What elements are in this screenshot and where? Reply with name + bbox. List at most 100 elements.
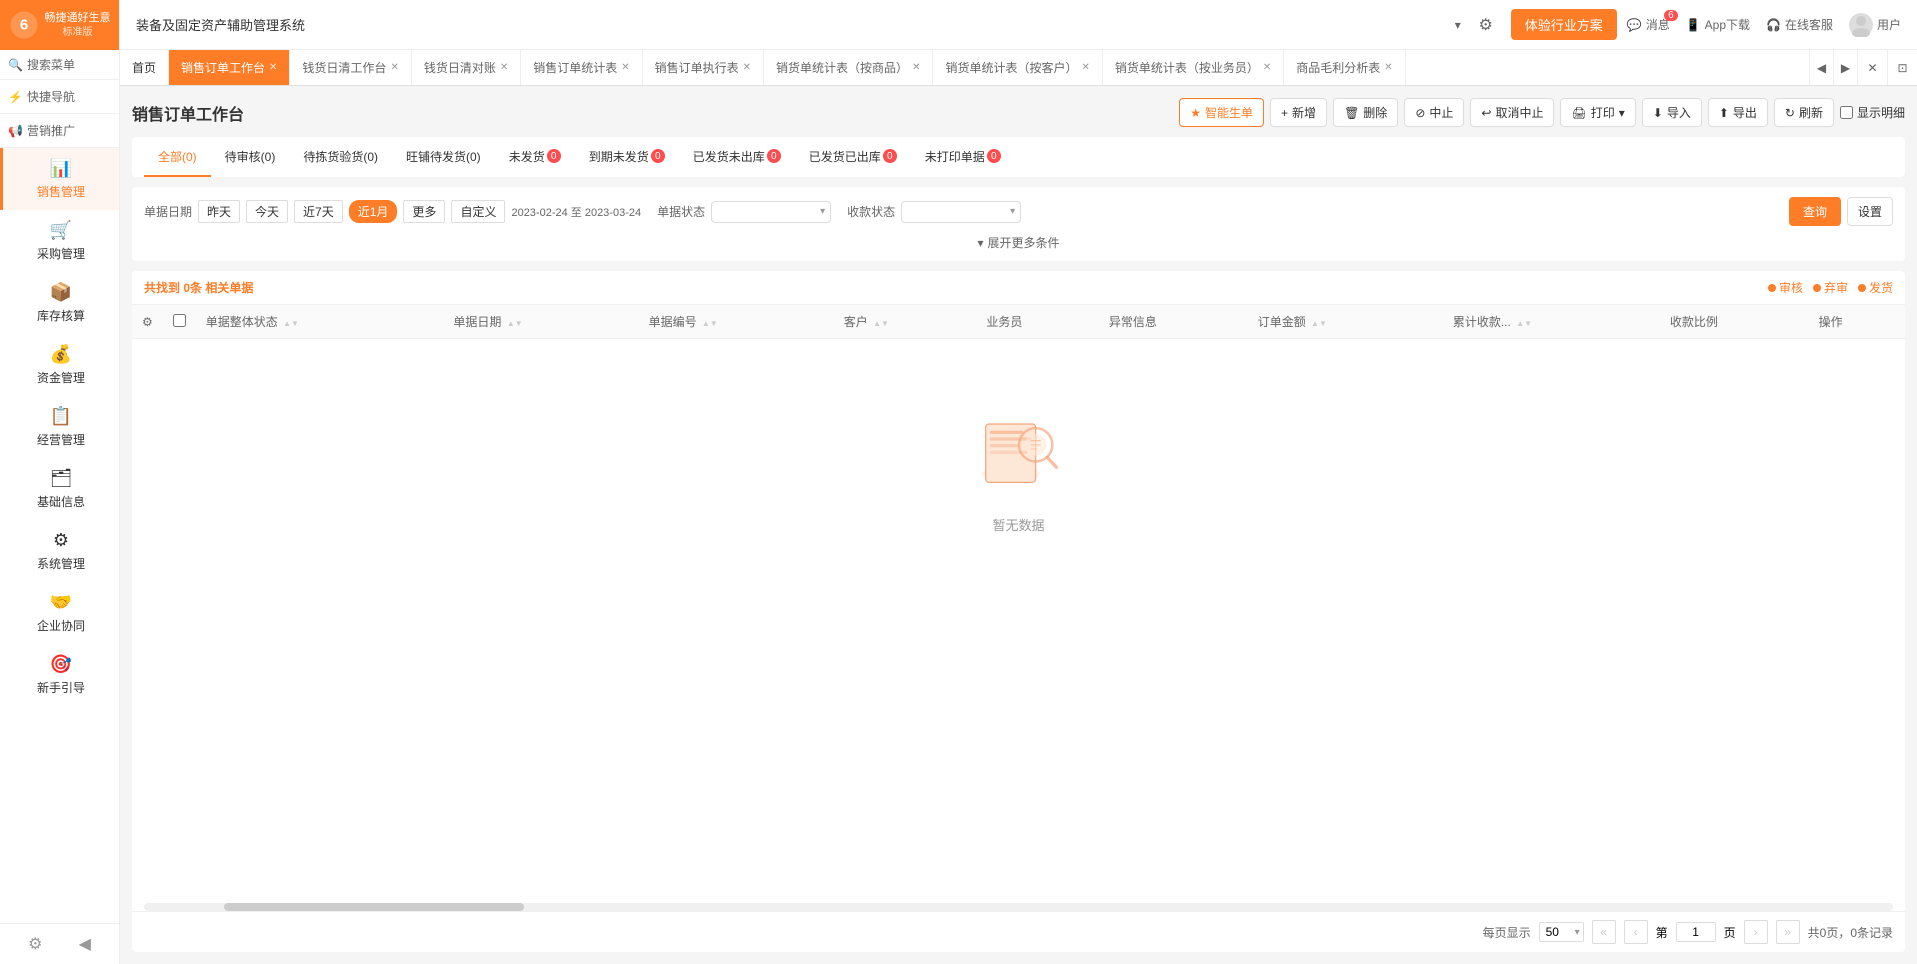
status-select[interactable] bbox=[711, 201, 831, 223]
tab-sales-execute-close[interactable]: ✕ bbox=[743, 62, 751, 73]
sidebar-item-purchase[interactable]: 🛒 采购管理 bbox=[0, 210, 119, 272]
tab-sales-stats[interactable]: 销售订单统计表 ✕ bbox=[521, 50, 642, 86]
date-btn-custom[interactable]: 自定义 bbox=[451, 200, 505, 223]
expand-more-btn[interactable]: ▾ 展开更多条件 bbox=[977, 234, 1059, 251]
select-all-checkbox[interactable] bbox=[173, 314, 186, 327]
col-settings[interactable]: ⚙ bbox=[132, 305, 163, 339]
horizontal-scrollbar[interactable] bbox=[144, 903, 1893, 911]
system-dropdown[interactable]: ▾ bbox=[1455, 18, 1461, 32]
show-detail-checkbox[interactable]: 显示明细 bbox=[1840, 104, 1905, 121]
online-service-btn[interactable]: 🎧 在线客服 bbox=[1766, 16, 1833, 33]
filter-settings-button[interactable]: 设置 bbox=[1847, 197, 1893, 226]
filter-tab-all[interactable]: 全部(0) bbox=[144, 137, 211, 177]
batch-ship-btn[interactable]: 发货 bbox=[1858, 279, 1893, 296]
sidebar-item-inventory[interactable]: 📦 库存核算 bbox=[0, 272, 119, 334]
industry-solution-button[interactable]: 体验行业方案 bbox=[1511, 9, 1617, 40]
first-page-btn[interactable]: « bbox=[1592, 920, 1616, 944]
sidebar-item-quicknav[interactable]: ⚡ 快捷导航 bbox=[0, 80, 119, 114]
tab-sales-execute[interactable]: 销售订单执行表 ✕ bbox=[643, 50, 764, 86]
tab-cargo-stats-product[interactable]: 销货单统计表（按商品） ✕ bbox=[764, 50, 933, 86]
filter-tab-pending-review[interactable]: 待审核(0) bbox=[211, 137, 290, 177]
tab-sales-stats-close[interactable]: ✕ bbox=[621, 62, 629, 73]
topbar-settings-btn[interactable]: ⚙ bbox=[1471, 10, 1501, 40]
date-btn-yesterday[interactable]: 昨天 bbox=[198, 200, 240, 223]
settings-bottom-icon[interactable]: ⚙ bbox=[28, 934, 42, 954]
filter-tab-expired[interactable]: 到期未发货 0 bbox=[575, 137, 679, 177]
batch-unreviewed-btn[interactable]: 弃审 bbox=[1813, 279, 1848, 296]
sidebar-item-finance[interactable]: 💰 资金管理 bbox=[0, 334, 119, 396]
collapse-icon[interactable]: ◀ bbox=[79, 934, 91, 954]
show-detail-input[interactable] bbox=[1840, 106, 1853, 119]
next-page-btn[interactable]: › bbox=[1744, 920, 1768, 944]
batch-review-btn[interactable]: 审核 bbox=[1768, 279, 1803, 296]
sidebar-item-basic[interactable]: 🗂 基础信息 bbox=[0, 458, 119, 520]
prev-page-btn[interactable]: ‹ bbox=[1624, 920, 1648, 944]
topbar-system-title: 装备及固定资产辅助管理系统 bbox=[136, 15, 1445, 34]
tab-close-all[interactable]: ✕ bbox=[1857, 50, 1887, 86]
tab-cash-daily[interactable]: 钱货日清工作台 ✕ bbox=[290, 50, 411, 86]
tab-cash-daily-close[interactable]: ✕ bbox=[390, 62, 398, 73]
tab-cargo-stats-customer-close[interactable]: ✕ bbox=[1081, 62, 1089, 73]
sort-customer-icon[interactable]: ▲▼ bbox=[873, 321, 889, 327]
filter-tab-not-printed[interactable]: 未打印单据 0 bbox=[911, 137, 1015, 177]
tab-cash-reconcile[interactable]: 钱货日清对账 ✕ bbox=[412, 50, 521, 86]
query-button[interactable]: 查询 bbox=[1789, 197, 1841, 226]
import-button[interactable]: ⬇ 导入 bbox=[1642, 98, 1702, 127]
tab-scroll-right[interactable]: ▶ bbox=[1833, 50, 1857, 86]
sort-collected-icon[interactable]: ▲▼ bbox=[1516, 321, 1532, 327]
cancel-stop-button[interactable]: ↩ 取消中止 bbox=[1470, 98, 1554, 127]
filter-tab-shipped-not-warehoused[interactable]: 已发货未出库 0 bbox=[679, 137, 795, 177]
tab-cargo-stats-staff-close[interactable]: ✕ bbox=[1263, 62, 1271, 73]
tab-sales-workbench-close[interactable]: ✕ bbox=[269, 62, 277, 73]
user-menu-btn[interactable]: 用户 bbox=[1849, 13, 1901, 37]
filter-tab-pending-inspect[interactable]: 待拣货验货(0) bbox=[289, 137, 392, 177]
tab-cargo-stats-product-close[interactable]: ✕ bbox=[912, 62, 920, 73]
date-btn-last1m[interactable]: 近1月 bbox=[349, 200, 398, 223]
tab-sales-workbench[interactable]: 销售订单工作台 ✕ bbox=[169, 50, 290, 86]
print-button[interactable]: 🖨 打印 ▾ bbox=[1560, 98, 1635, 127]
delete-button[interactable]: 🗑 删除 bbox=[1333, 98, 1398, 127]
filter-tab-not-shipped[interactable]: 未发货 0 bbox=[495, 137, 575, 177]
date-btn-today[interactable]: 今天 bbox=[246, 200, 288, 223]
new-button[interactable]: + 新增 bbox=[1270, 98, 1327, 127]
sort-date-icon[interactable]: ▲▼ bbox=[507, 321, 523, 327]
filter-tab-shipped-out[interactable]: 已发货已出库 0 bbox=[795, 137, 911, 177]
tab-cash-reconcile-close[interactable]: ✕ bbox=[500, 62, 508, 73]
tab-product-margin-close[interactable]: ✕ bbox=[1384, 62, 1392, 73]
page-size-select[interactable]: 50 10 20 100 bbox=[1539, 922, 1584, 942]
tab-expand[interactable]: ⊡ bbox=[1887, 50, 1917, 86]
date-btn-last7[interactable]: 近7天 bbox=[294, 200, 343, 223]
tab-scroll-left[interactable]: ◀ bbox=[1809, 50, 1833, 86]
last-page-btn[interactable]: » bbox=[1776, 920, 1800, 944]
sort-amount-icon[interactable]: ▲▼ bbox=[1311, 321, 1327, 327]
tab-product-margin[interactable]: 商品毛利分析表 ✕ bbox=[1284, 50, 1405, 86]
sidebar-item-sales[interactable]: 📊 销售管理 bbox=[0, 148, 119, 210]
page-input[interactable] bbox=[1676, 922, 1716, 942]
sidebar-item-search[interactable]: 🔍 搜索菜单 bbox=[0, 50, 119, 80]
filter-tab-wangpu[interactable]: 旺铺待发货(0) bbox=[392, 137, 495, 177]
smart-create-button[interactable]: ★ 智能生单 bbox=[1179, 98, 1264, 127]
star-icon: ★ bbox=[1190, 106, 1201, 120]
tab-cargo-stats-customer[interactable]: 销货单统计表（按客户） ✕ bbox=[933, 50, 1102, 86]
refresh-button[interactable]: ↻ 刷新 bbox=[1774, 98, 1834, 127]
sidebar-item-enterprise[interactable]: 🤝 企业协同 bbox=[0, 582, 119, 644]
export-button[interactable]: ⬆ 导出 bbox=[1708, 98, 1768, 127]
scrollbar-thumb[interactable] bbox=[224, 903, 524, 911]
app-download-btn[interactable]: 📱 App下载 bbox=[1686, 16, 1750, 33]
trash-icon: 🗑 bbox=[1344, 106, 1359, 120]
tab-cargo-stats-staff[interactable]: 销货单统计表（按业务员） ✕ bbox=[1103, 50, 1284, 86]
date-btn-more[interactable]: 更多 bbox=[403, 200, 445, 223]
sort-status-icon[interactable]: ▲▼ bbox=[283, 321, 299, 327]
sidebar-item-newbie[interactable]: 🎯 新手引导 bbox=[0, 644, 119, 706]
sort-number-icon[interactable]: ▲▼ bbox=[702, 321, 718, 327]
sidebar-item-operation[interactable]: 📋 经营管理 bbox=[0, 396, 119, 458]
tab-home[interactable]: 首页 bbox=[120, 50, 169, 86]
message-btn[interactable]: 💬 消息 6 bbox=[1627, 16, 1670, 33]
stop-button[interactable]: ⊘ 中止 bbox=[1404, 98, 1464, 127]
tabbar: 首页 销售订单工作台 ✕ 钱货日清工作台 ✕ 钱货日清对账 ✕ 销售订单统计表 … bbox=[120, 50, 1917, 86]
sidebar-item-system[interactable]: ⚙ 系统管理 bbox=[0, 520, 119, 582]
page-actions: ★ 智能生单 + 新增 🗑 删除 ⊘ 中止 ↩ 取消中止 bbox=[1179, 98, 1905, 127]
payment-select[interactable] bbox=[901, 201, 1021, 223]
search-icon: 🔍 bbox=[8, 58, 23, 72]
sidebar-item-marketing[interactable]: 📢 营销推广 bbox=[0, 114, 119, 148]
